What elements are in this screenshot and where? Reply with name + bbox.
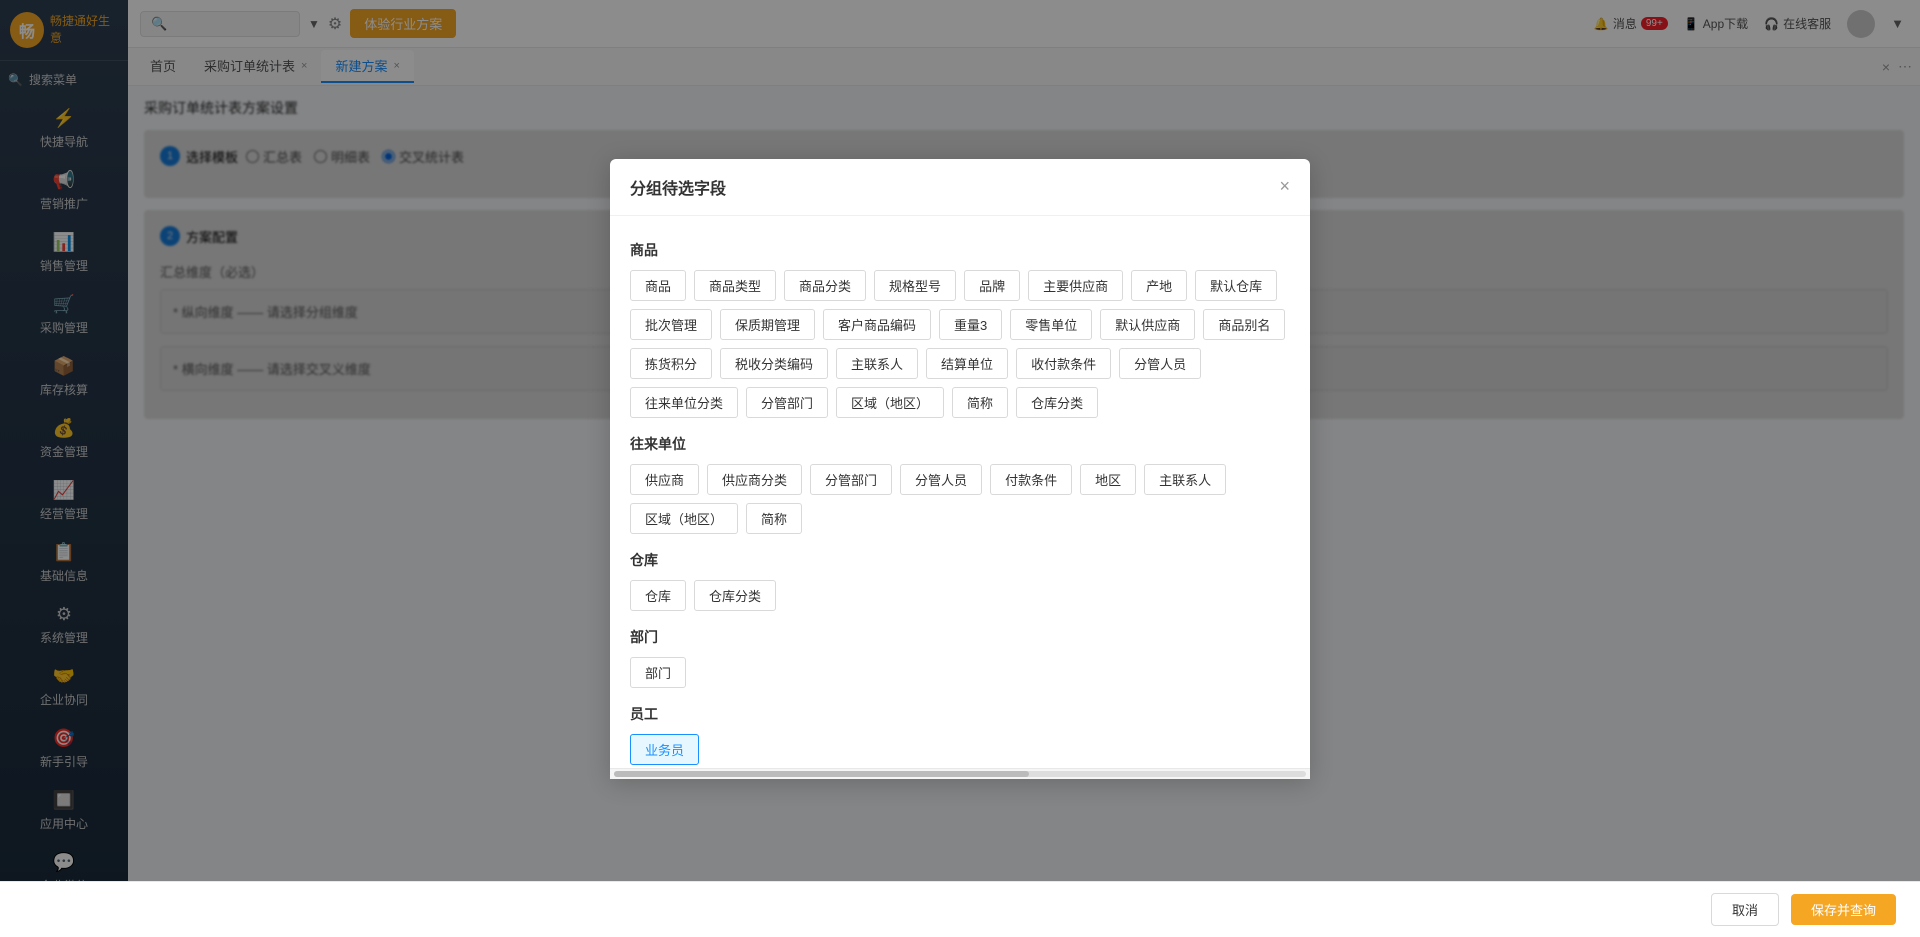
field-tag-partner-short[interactable]: 简称 (746, 503, 802, 534)
field-tag-goods-alias[interactable]: 商品别名 (1203, 309, 1285, 340)
section-title-partner: 往来单位 (630, 434, 1290, 454)
field-tag-pick-points[interactable]: 拣货积分 (630, 348, 712, 379)
field-tag-spec-type[interactable]: 规格型号 (874, 270, 956, 301)
field-tag-wh-name[interactable]: 仓库 (630, 580, 686, 611)
field-tags-warehouse: 仓库仓库分类 (630, 580, 1290, 611)
field-tag-weight3[interactable]: 重量3 (939, 309, 1002, 340)
field-tag-payment-terms[interactable]: 收付款条件 (1016, 348, 1111, 379)
confirm-button[interactable]: 保存并查询 (1791, 894, 1896, 925)
bottom-bar: 取消 保存并查询 (0, 881, 1920, 937)
field-tag-default-supplier[interactable]: 默认供应商 (1100, 309, 1195, 340)
field-tag-wh-category[interactable]: 仓库分类 (694, 580, 776, 611)
field-tag-supplier-category[interactable]: 供应商分类 (707, 464, 802, 495)
field-tag-partner-region2[interactable]: 区域（地区） (630, 503, 738, 534)
field-tag-manager[interactable]: 分管人员 (1119, 348, 1201, 379)
field-tag-goods-category[interactable]: 商品分类 (784, 270, 866, 301)
field-tags-employee: 业务员 (630, 734, 1290, 765)
field-tag-default-warehouse[interactable]: 默认仓库 (1195, 270, 1277, 301)
field-tag-employee-sales[interactable]: 业务员 (630, 734, 699, 765)
field-tag-origin[interactable]: 产地 (1131, 270, 1187, 301)
field-tag-goods-name[interactable]: 商品 (630, 270, 686, 301)
field-tag-supplier[interactable]: 供应商 (630, 464, 699, 495)
modal-header: 分组待选字段 × (610, 159, 1310, 216)
field-tag-dept-name[interactable]: 部门 (630, 657, 686, 688)
field-tag-tax-code[interactable]: 税收分类编码 (720, 348, 828, 379)
modal-overlay: 分组待选字段 × 商品商品商品类型商品分类规格型号品牌主要供应商产地默认仓库批次… (0, 0, 1920, 937)
field-tag-payment-cond[interactable]: 付款条件 (990, 464, 1072, 495)
field-tag-dept-mgmt[interactable]: 分管部门 (746, 387, 828, 418)
field-tags-partner: 供应商供应商分类分管部门分管人员付款条件地区主联系人区域（地区） 简称 (630, 464, 1290, 534)
field-tag-partner-region[interactable]: 地区 (1080, 464, 1136, 495)
modal-scrollbar (610, 768, 1310, 778)
field-tag-main-contact[interactable]: 主联系人 (836, 348, 918, 379)
cancel-button[interactable]: 取消 (1711, 893, 1779, 926)
field-tag-batch-mgmt[interactable]: 批次管理 (630, 309, 712, 340)
field-tag-partner-dept[interactable]: 分管部门 (810, 464, 892, 495)
section-title-warehouse: 仓库 (630, 550, 1290, 570)
modal-title: 分组待选字段 (630, 175, 726, 199)
field-tag-brand[interactable]: 品牌 (964, 270, 1020, 301)
field-tag-goods-type[interactable]: 商品类型 (694, 270, 776, 301)
field-select-modal: 分组待选字段 × 商品商品商品类型商品分类规格型号品牌主要供应商产地默认仓库批次… (610, 159, 1310, 779)
field-tag-warehouse-category[interactable]: 仓库分类 (1016, 387, 1098, 418)
modal-close-button[interactable]: × (1279, 176, 1290, 197)
field-tag-settlement-unit[interactable]: 结算单位 (926, 348, 1008, 379)
field-tags-goods: 商品商品类型商品分类规格型号品牌主要供应商产地默认仓库批次管理保质期管理客户商品… (630, 270, 1290, 418)
field-tag-retail-unit[interactable]: 零售单位 (1010, 309, 1092, 340)
field-tag-partner-contact[interactable]: 主联系人 (1144, 464, 1226, 495)
field-tag-partner-manager[interactable]: 分管人员 (900, 464, 982, 495)
section-title-goods: 商品 (630, 240, 1290, 260)
field-tag-unit-category[interactable]: 往来单位分类 (630, 387, 738, 418)
field-tag-main-supplier[interactable]: 主要供应商 (1028, 270, 1123, 301)
field-tags-dept: 部门 (630, 657, 1290, 688)
field-tag-short-name[interactable]: 简称 (952, 387, 1008, 418)
field-tag-region[interactable]: 区域（地区） (836, 387, 944, 418)
modal-body[interactable]: 商品商品商品类型商品分类规格型号品牌主要供应商产地默认仓库批次管理保质期管理客户… (610, 216, 1310, 769)
modal-scrollbar-track (614, 771, 1306, 777)
field-tag-shelf-life[interactable]: 保质期管理 (720, 309, 815, 340)
field-tag-customer-code[interactable]: 客户商品编码 (823, 309, 931, 340)
section-title-dept: 部门 (630, 627, 1290, 647)
section-title-employee: 员工 (630, 704, 1290, 724)
modal-scrollbar-thumb (614, 771, 1029, 777)
